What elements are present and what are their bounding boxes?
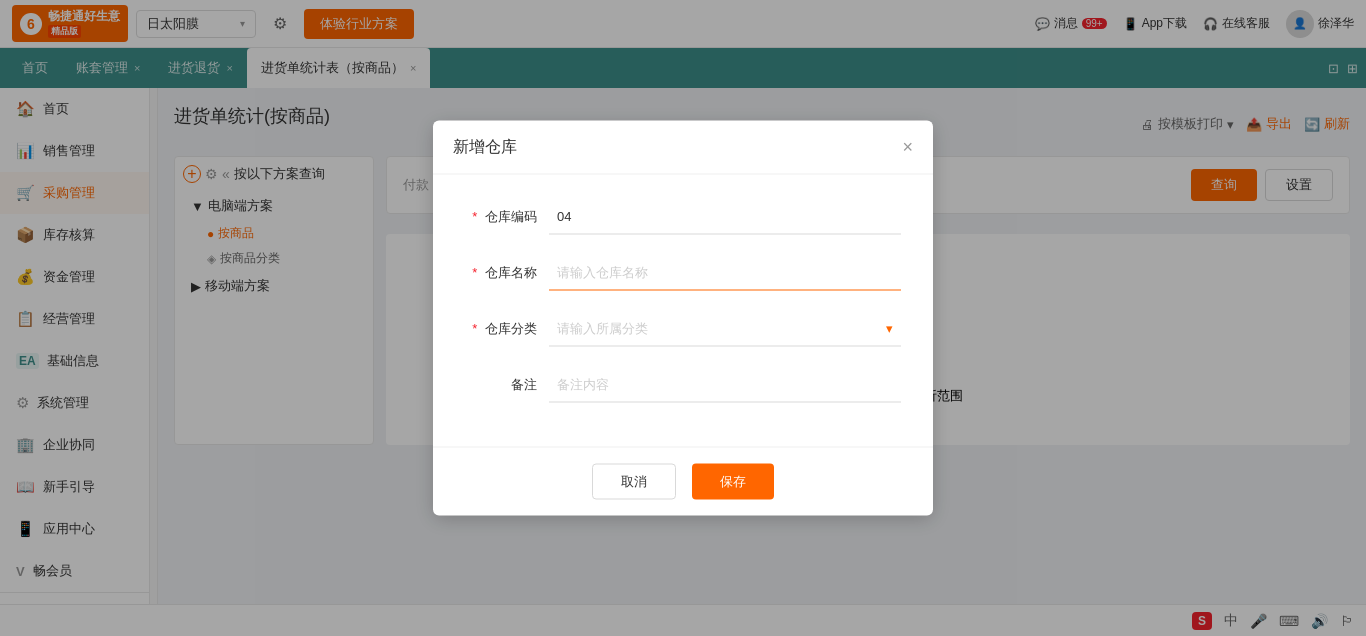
form-row-category: * 仓库分类 请输入所属分类 ▾	[465, 311, 901, 347]
form-row-note: 备注	[465, 367, 901, 403]
form-row-code: * 仓库编码	[465, 199, 901, 235]
add-warehouse-modal: 新增仓库 × * 仓库编码 * 仓库名称 * 仓库分类 请输入	[433, 121, 933, 516]
category-chevron-icon: ▾	[886, 321, 893, 336]
category-label: * 仓库分类	[465, 320, 537, 338]
code-label: * 仓库编码	[465, 208, 537, 226]
modal-header: 新增仓库 ×	[433, 121, 933, 175]
cancel-button[interactable]: 取消	[592, 464, 676, 500]
note-input[interactable]	[549, 367, 901, 403]
name-input[interactable]	[549, 255, 901, 291]
modal-close-button[interactable]: ×	[902, 137, 913, 158]
required-star-category: *	[472, 321, 477, 336]
required-star-code: *	[472, 209, 477, 224]
modal-title: 新增仓库	[453, 137, 517, 158]
modal-body: * 仓库编码 * 仓库名称 * 仓库分类 请输入所属分类 ▾	[433, 175, 933, 447]
code-input[interactable]	[549, 199, 901, 235]
name-label: * 仓库名称	[465, 264, 537, 282]
category-placeholder: 请输入所属分类	[557, 319, 648, 337]
save-button[interactable]: 保存	[692, 464, 774, 500]
note-label: 备注	[465, 376, 537, 394]
required-star-name: *	[472, 265, 477, 280]
modal-footer: 取消 保存	[433, 447, 933, 516]
form-row-name: * 仓库名称	[465, 255, 901, 291]
category-select[interactable]: 请输入所属分类 ▾	[549, 311, 901, 347]
